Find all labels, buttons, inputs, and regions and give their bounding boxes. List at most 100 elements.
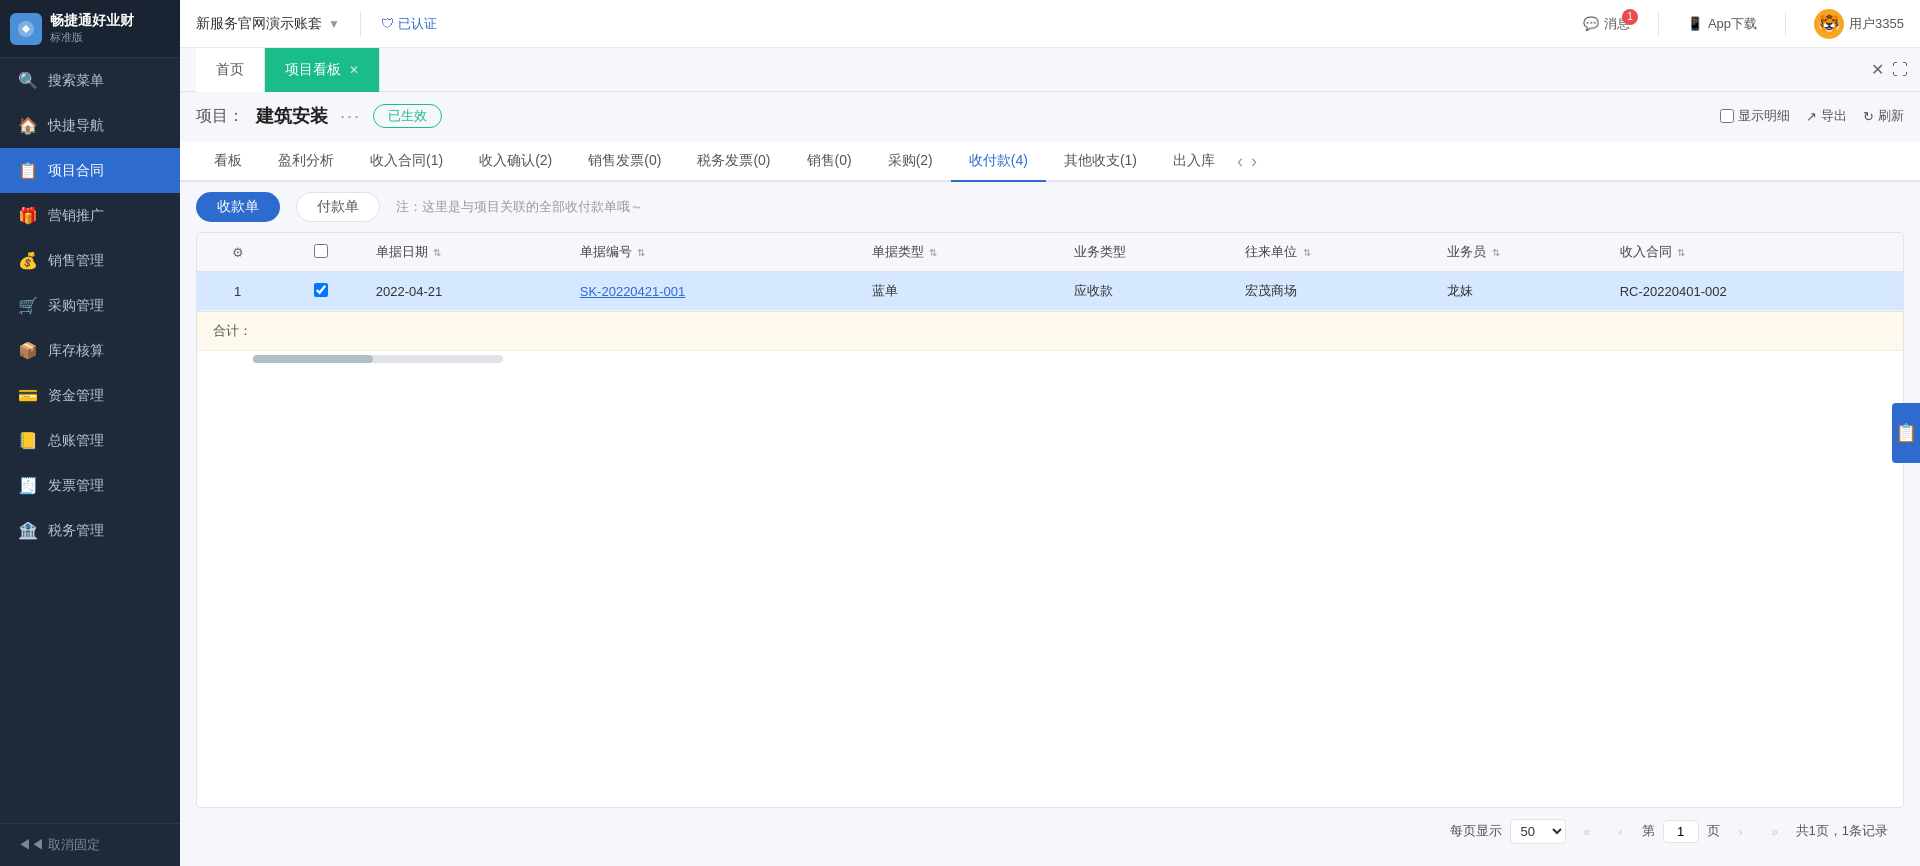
sidebar-item-marketing[interactable]: 🎁 营销推广	[0, 193, 180, 238]
tab-home[interactable]: 首页	[196, 48, 265, 92]
sidebar-item-inventory[interactable]: 📦 库存核算	[0, 328, 180, 373]
inner-tab-note: 注：这里是与项目关联的全部收付款单哦～	[396, 198, 643, 216]
sub-tab-kanban-label: 看板	[214, 152, 242, 168]
sidebar-item-funds[interactable]: 💳 资金管理	[0, 373, 180, 418]
table-total-row: 合计：	[197, 311, 1903, 350]
show-detail-checkbox[interactable]	[1720, 109, 1734, 123]
first-page-button[interactable]: «	[1574, 818, 1600, 844]
last-page-button[interactable]: »	[1762, 818, 1788, 844]
sidebar: 畅捷通好业财 标准版 🔍 搜索菜单 🏠 快捷导航 📋 项目合同 🎁 营销推广 💰…	[0, 0, 180, 866]
certified-label: 已认证	[398, 15, 437, 33]
right-panel-toggle[interactable]: 📋	[1892, 403, 1920, 463]
type-column-header[interactable]: 单据类型 ⇅	[860, 233, 1062, 272]
row-date-cell: 2022-04-21	[364, 272, 568, 311]
page-number-input[interactable]	[1663, 820, 1699, 843]
sub-tab-receipt[interactable]: 收付款(4)	[951, 142, 1046, 182]
sidebar-item-project[interactable]: 📋 项目合同	[0, 148, 180, 193]
sub-tab-income-confirm-label: 收入确认(2)	[479, 152, 552, 168]
sub-tab-tax-invoice-label: 税务发票(0)	[697, 152, 770, 168]
horizontal-scrollbar[interactable]	[253, 355, 503, 363]
payment-tab-button[interactable]: 付款单	[296, 192, 380, 222]
export-button[interactable]: ↗ 导出	[1806, 107, 1847, 125]
row-type: 蓝单	[872, 283, 898, 298]
sub-tab-income-contract[interactable]: 收入合同(1)	[352, 142, 461, 182]
sidebar-unpin-button[interactable]: ◀◀ 取消固定	[0, 823, 180, 866]
sub-tab-tax-invoice[interactable]: 税务发票(0)	[679, 142, 788, 182]
partner-column-header[interactable]: 往来单位 ⇅	[1233, 233, 1435, 272]
settings-column-header[interactable]: ⚙	[197, 233, 278, 272]
sub-tab-prev-arrow[interactable]: ‹	[1233, 151, 1247, 172]
sidebar-item-purchase[interactable]: 🛒 采购管理	[0, 283, 180, 328]
project-status-badge: 已生效	[373, 104, 442, 128]
sub-tab-income-confirm[interactable]: 收入确认(2)	[461, 142, 570, 182]
table-row[interactable]: 1 2022-04-21 SK-20220421-001	[197, 272, 1903, 311]
salesman-column-header[interactable]: 业务员 ⇅	[1435, 233, 1608, 272]
app-download-button[interactable]: 📱 App下载	[1687, 15, 1757, 33]
tab-project-board[interactable]: 项目看板 ✕	[265, 48, 380, 92]
total-pages-label: 共1页，1条记录	[1796, 822, 1888, 840]
message-button[interactable]: 💬 消息 1	[1583, 15, 1630, 33]
row-biz-type: 应收款	[1074, 283, 1113, 298]
number-sort-icon: ⇅	[637, 247, 645, 258]
sidebar-header: 畅捷通好业财 标准版	[0, 0, 180, 58]
show-detail-checkbox-wrap: 显示明细	[1720, 107, 1790, 125]
sub-tab-purchase[interactable]: 采购(2)	[870, 142, 951, 182]
sub-tabs: 看板 盈利分析 收入合同(1) 收入确认(2) 销售发票(0) 税务发票(0) …	[180, 142, 1920, 182]
sub-tab-kanban[interactable]: 看板	[196, 142, 260, 182]
sub-tab-warehouse[interactable]: 出入库	[1155, 142, 1233, 182]
purchase-icon: 🛒	[18, 296, 38, 315]
date-column-label: 单据日期	[376, 244, 428, 259]
project-more-icon[interactable]: ···	[340, 106, 361, 127]
number-column-label: 单据编号	[580, 244, 632, 259]
row-number-cell: SK-20220421-001	[568, 272, 860, 311]
prev-page-icon: ‹	[1618, 824, 1622, 839]
sub-tab-next-arrow[interactable]: ›	[1247, 151, 1261, 172]
sidebar-label-sales: 销售管理	[48, 252, 104, 270]
scrollbar-thumb[interactable]	[253, 355, 373, 363]
user-name: 用户3355	[1849, 15, 1904, 33]
account-selector[interactable]: 新服务官网演示账套 ▼	[196, 15, 340, 33]
close-window-icon[interactable]: ✕	[1871, 60, 1884, 79]
sidebar-label-marketing: 营销推广	[48, 207, 104, 225]
sidebar-label-inventory: 库存核算	[48, 342, 104, 360]
total-label: 合计：	[213, 322, 252, 340]
refresh-button[interactable]: ↻ 刷新	[1863, 107, 1904, 125]
sub-tab-sales-invoice[interactable]: 销售发票(0)	[570, 142, 679, 182]
row-number-link[interactable]: SK-20220421-001	[580, 284, 686, 299]
maximize-window-icon[interactable]: ⛶	[1892, 61, 1908, 79]
sub-tab-sales[interactable]: 销售(0)	[789, 142, 870, 182]
sidebar-item-sales[interactable]: 💰 销售管理	[0, 238, 180, 283]
user-menu[interactable]: 🐯 用户3355	[1814, 9, 1904, 39]
sidebar-item-quicknav[interactable]: 🏠 快捷导航	[0, 103, 180, 148]
sidebar-item-invoice[interactable]: 🧾 发票管理	[0, 463, 180, 508]
sidebar-item-tax[interactable]: 🏦 税务管理	[0, 508, 180, 553]
sub-tab-other-income[interactable]: 其他收支(1)	[1046, 142, 1155, 182]
row-number: 1	[234, 284, 241, 299]
date-column-header[interactable]: 单据日期 ⇅	[364, 233, 568, 272]
sidebar-nav: 🔍 搜索菜单 🏠 快捷导航 📋 项目合同 🎁 营销推广 💰 销售管理 🛒 采购管…	[0, 58, 180, 823]
sidebar-item-ledger[interactable]: 📒 总账管理	[0, 418, 180, 463]
income-contract-column-header[interactable]: 收入合同 ⇅	[1608, 233, 1903, 272]
sub-tab-profit[interactable]: 盈利分析	[260, 142, 352, 182]
next-page-button[interactable]: ›	[1728, 818, 1754, 844]
sidebar-label-ledger: 总账管理	[48, 432, 104, 450]
number-column-header[interactable]: 单据编号 ⇅	[568, 233, 860, 272]
row-checkbox[interactable]	[314, 283, 328, 297]
receipt-tab-label: 收款单	[217, 198, 259, 214]
per-page-select[interactable]: 50 100	[1510, 819, 1566, 844]
topbar-divider-1	[360, 12, 361, 36]
tab-close-icon[interactable]: ✕	[349, 63, 359, 77]
sidebar-item-search[interactable]: 🔍 搜索菜单	[0, 58, 180, 103]
prev-page-button[interactable]: ‹	[1608, 818, 1634, 844]
topbar-divider-2	[1658, 12, 1659, 36]
per-page-label: 每页显示	[1450, 822, 1502, 840]
receipt-tab-button[interactable]: 收款单	[196, 192, 280, 222]
column-settings-icon[interactable]: ⚙	[232, 245, 244, 260]
sub-tab-income-contract-label: 收入合同(1)	[370, 152, 443, 168]
row-biz-type-cell: 应收款	[1062, 272, 1233, 311]
table-section: ⚙ 单据日期 ⇅ 单据编号 ⇅	[196, 232, 1904, 854]
select-all-checkbox[interactable]	[314, 244, 328, 258]
window-controls: ✕ ⛶	[1871, 60, 1920, 79]
gift-icon: 🎁	[18, 206, 38, 225]
ledger-icon: 📒	[18, 431, 38, 450]
